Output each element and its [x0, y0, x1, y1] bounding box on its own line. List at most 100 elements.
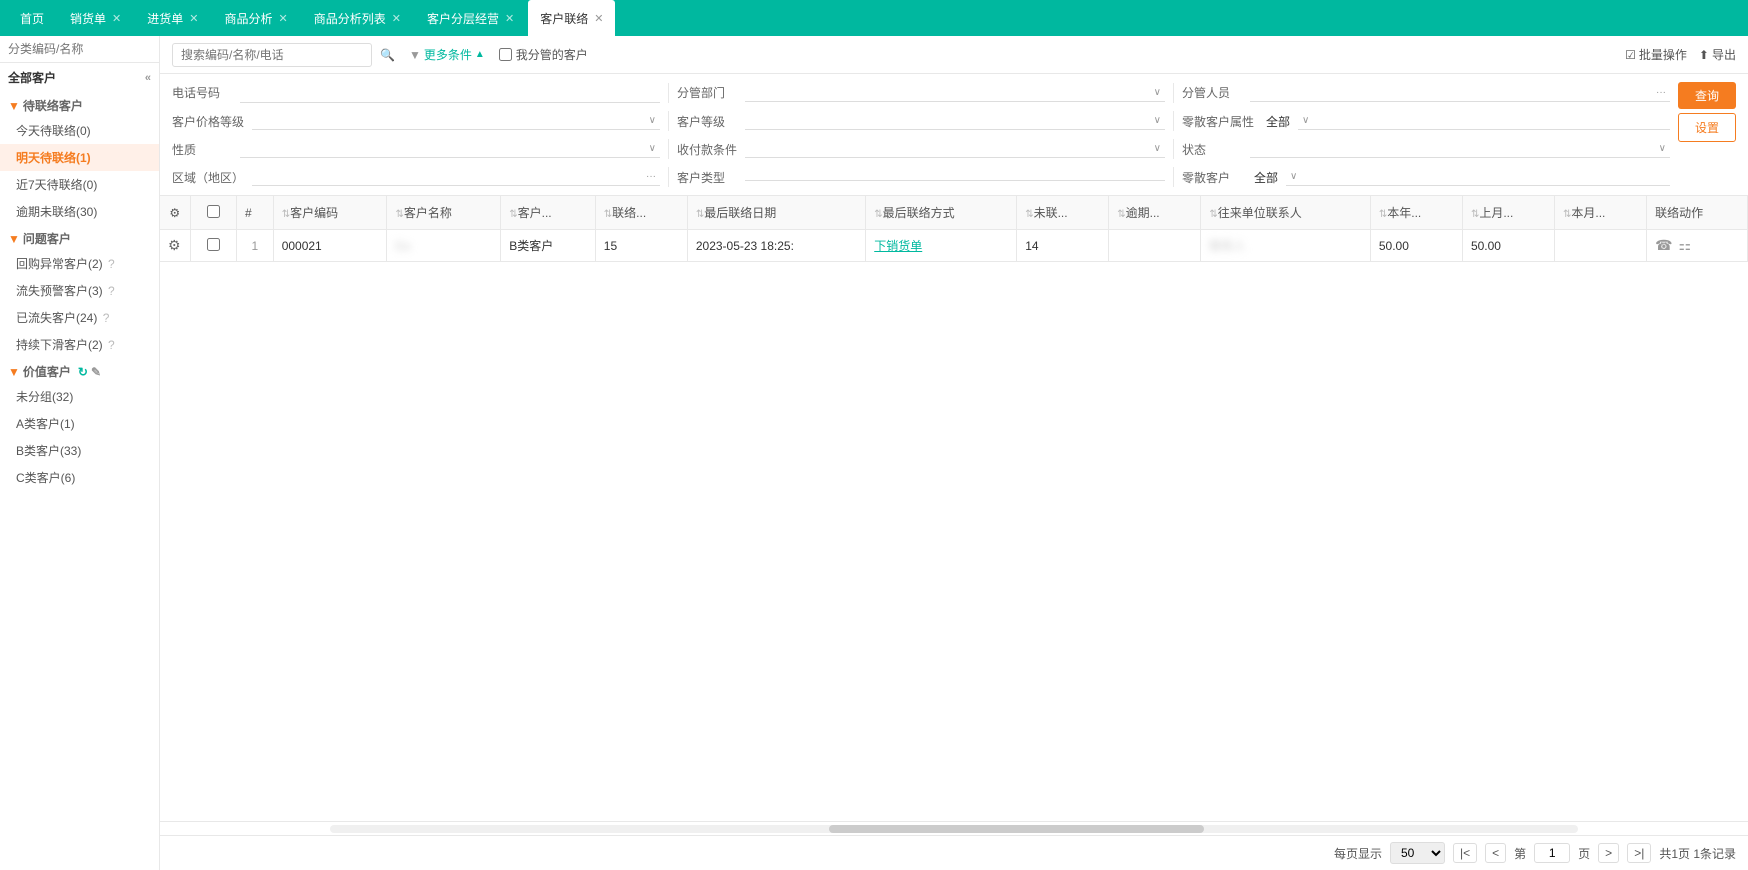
chevron-up-icon: ▲ [475, 49, 485, 60]
col-overdue[interactable]: 逾期... [1109, 196, 1201, 230]
sidebar-item-unclassified[interactable]: 未分组(32) [0, 383, 159, 410]
nav-purchase[interactable]: 进货单 ✕ [135, 0, 210, 36]
branch-person-select[interactable]: ··· [1250, 84, 1670, 102]
edit-icon[interactable]: ✎ [91, 365, 101, 379]
customer-table: ⚙ # 客户编码 客户名称 客户... 联络... 最后联络日期 最后联络方式 … [160, 196, 1748, 262]
close-goods-analysis-icon[interactable]: ✕ [279, 12, 288, 25]
problem-label: 问题客户 [23, 230, 71, 247]
col-code[interactable]: 客户编码 [273, 196, 387, 230]
my-customers-checkbox[interactable] [499, 48, 512, 61]
status-select[interactable]: ∨ [1250, 140, 1670, 158]
search-icon[interactable]: 🔍 [380, 48, 395, 62]
page-size-select[interactable]: 50 10 20 100 [1390, 842, 1445, 864]
more-conditions-btn[interactable]: ▼ 更多条件 ▲ [403, 42, 491, 67]
sidebar-item-tomorrow-pending[interactable]: 明天待联络(1) [0, 144, 159, 171]
row-gear[interactable]: ⚙ [160, 230, 190, 262]
row-checkbox[interactable] [207, 238, 220, 251]
top-nav: 首页 销货单 ✕ 进货单 ✕ 商品分析 ✕ 商品分析列表 ✕ 客户分层经营 ✕ … [0, 0, 1748, 36]
sidebar-item-class-b[interactable]: B类客户(33) [0, 437, 159, 464]
settings-button[interactable]: 设置 [1678, 113, 1736, 142]
filter-row-3: 性质 ∨ 收付款条件 ∨ [172, 139, 1670, 159]
sidebar-item-repurchase-anomaly[interactable]: 回购异常客户(2) ? [0, 250, 159, 277]
col-this-year[interactable]: 本年... [1370, 196, 1462, 230]
nav-customer-segment[interactable]: 客户分层经营 ✕ [415, 0, 526, 36]
all-customers-header[interactable]: 全部客户 « [0, 63, 159, 92]
batch-ops-btn[interactable]: ☑ 批量操作 [1625, 46, 1687, 63]
col-name[interactable]: 客户名称 [387, 196, 501, 230]
sidebar-item-declining[interactable]: 持续下滑客户(2) ? [0, 331, 159, 358]
col-last-date[interactable]: 最后联络日期 [687, 196, 865, 230]
search-input[interactable] [172, 43, 372, 67]
col-not-contacted[interactable]: 未联... [1017, 196, 1109, 230]
export-btn[interactable]: ⬆ 导出 [1699, 46, 1736, 63]
col-gear[interactable]: ⚙ [160, 196, 190, 230]
phone-input[interactable] [240, 82, 660, 103]
branch-person-chevron: ··· [1656, 87, 1666, 98]
col-contact-person[interactable]: 往来单位联系人 [1201, 196, 1371, 230]
nav-customer-contact[interactable]: 客户联络 ✕ [528, 0, 615, 36]
sidebar-item-overdue-pending[interactable]: 逾期未联络(30) [0, 198, 159, 225]
phone-action-icon[interactable]: ☎ [1655, 237, 1672, 254]
scroll-thumb[interactable] [829, 825, 1203, 833]
nav-goods-analysis[interactable]: 商品分析 ✕ [212, 0, 299, 36]
customer-type-select[interactable] [745, 174, 1165, 181]
more-action-icon[interactable]: ⚏ [1679, 237, 1692, 254]
col-type[interactable]: 客户... [501, 196, 596, 230]
customer-level-select[interactable]: ∨ [745, 112, 1165, 130]
select-all-checkbox[interactable] [207, 205, 220, 218]
row-this-year: 50.00 [1370, 230, 1462, 262]
divider-2 [1173, 83, 1174, 103]
last-page-btn[interactable]: >| [1627, 843, 1651, 863]
gear-icon-header[interactable]: ⚙ [169, 206, 180, 220]
row-last-method[interactable]: 下销货单 [866, 230, 1017, 262]
row-overdue [1109, 230, 1201, 262]
nav-goods-analysis-list[interactable]: 商品分析列表 ✕ [302, 0, 413, 36]
batch-ops-container: ☑ 批量操作 ⬆ 导出 [1625, 46, 1736, 63]
sidebar-item-class-a[interactable]: A类客户(1) [0, 410, 159, 437]
refresh-icon[interactable]: ↻ [78, 365, 88, 379]
close-goods-analysis-list-icon[interactable]: ✕ [392, 12, 401, 25]
h-scrollbar[interactable] [160, 821, 1748, 835]
close-customer-contact-icon[interactable]: ✕ [594, 12, 603, 25]
nature-label: 性质 [172, 141, 232, 158]
price-level-select[interactable]: ∨ [252, 112, 660, 130]
close-purchase-icon[interactable]: ✕ [189, 12, 198, 25]
status-chevron: ∨ [1659, 143, 1666, 154]
page-num-input[interactable] [1534, 843, 1570, 863]
phone-label: 电话号码 [172, 84, 232, 101]
next-page-btn[interactable]: > [1598, 843, 1619, 863]
sidebar-item-churn-warning[interactable]: 流失预警客户(3) ? [0, 277, 159, 304]
retail-customer-select[interactable]: ∨ [1286, 168, 1670, 186]
first-page-btn[interactable]: |< [1453, 843, 1477, 863]
sidebar-item-7day-pending[interactable]: 近7天待联络(0) [0, 171, 159, 198]
close-customer-segment-icon[interactable]: ✕ [505, 12, 514, 25]
filter-status-field: 状态 ∨ [1182, 140, 1670, 158]
region-select[interactable]: ··· [252, 168, 660, 186]
my-customers-checkbox-label[interactable]: 我分管的客户 [499, 46, 588, 63]
col-this-month[interactable]: 本月... [1555, 196, 1647, 230]
region-chevron: ··· [646, 171, 656, 182]
col-contact[interactable]: 联络... [595, 196, 687, 230]
nature-select[interactable]: ∨ [240, 140, 660, 158]
sidebar-item-today-pending[interactable]: 今天待联络(0) [0, 117, 159, 144]
sidebar-search-input[interactable] [8, 42, 160, 56]
filter-branch-dept-field: 分管部门 ∨ [677, 84, 1165, 102]
col-last-month[interactable]: 上月... [1462, 196, 1554, 230]
branch-dept-select[interactable]: ∨ [745, 84, 1165, 102]
query-button[interactable]: 查询 [1678, 82, 1736, 109]
nav-sales[interactable]: 销货单 ✕ [58, 0, 133, 36]
row-type: B类客户 [501, 230, 596, 262]
filter-nature-field: 性质 ∨ [172, 140, 660, 158]
close-sales-icon[interactable]: ✕ [112, 12, 121, 25]
all-customers-label: 全部客户 [8, 69, 56, 86]
prev-page-btn[interactable]: < [1485, 843, 1506, 863]
row-check[interactable] [190, 230, 236, 262]
col-last-method[interactable]: 最后联络方式 [866, 196, 1017, 230]
sidebar-item-churned[interactable]: 已流失客户(24) ? [0, 304, 159, 331]
nav-home[interactable]: 首页 [8, 0, 56, 36]
retail-attr-select[interactable]: ∨ [1298, 112, 1670, 130]
payment-select[interactable]: ∨ [745, 140, 1165, 158]
action-icons-container: ☎ ⚏ [1655, 237, 1739, 254]
scroll-track[interactable] [330, 825, 1578, 833]
sidebar-item-class-c[interactable]: C类客户(6) [0, 464, 159, 491]
